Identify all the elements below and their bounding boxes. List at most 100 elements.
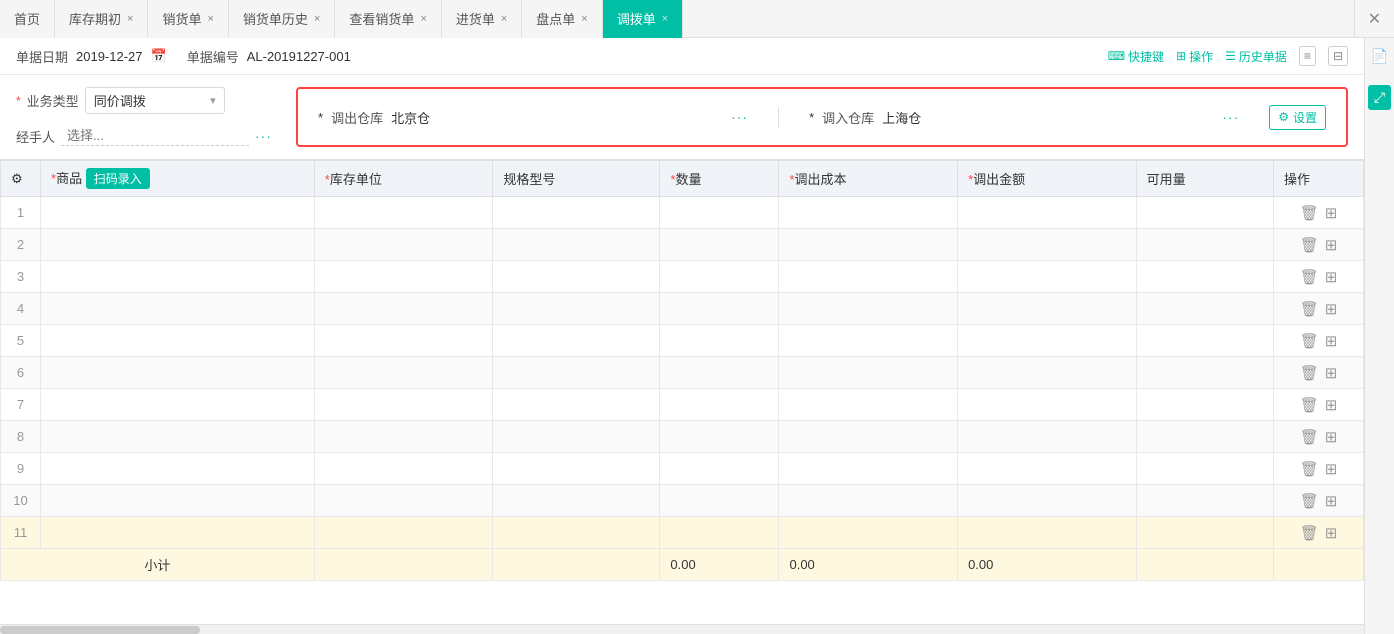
tab-transfer-order[interactable]: 调拨单×: [603, 0, 683, 38]
cell-available-5[interactable]: [1136, 325, 1273, 357]
warehouse-in-more-button[interactable]: ···: [1222, 109, 1239, 125]
calendar-icon[interactable]: 📅: [151, 48, 167, 64]
delete-icon-9[interactable]: 🗑: [1300, 460, 1319, 478]
cell-available-1[interactable]: [1136, 197, 1273, 229]
copy-icon-7[interactable]: ⊞: [1325, 396, 1338, 414]
cell-qty-5[interactable]: [660, 325, 779, 357]
cell-qty-8[interactable]: [660, 421, 779, 453]
layout-toggle-1[interactable]: ≡: [1299, 46, 1316, 66]
cell-cost-7[interactable]: [779, 389, 958, 421]
cell-product-6[interactable]: [41, 357, 315, 389]
tab-close-inventory-open[interactable]: ×: [127, 13, 133, 25]
tab-view-sales[interactable]: 查看销货单×: [335, 0, 441, 38]
cell-available-2[interactable]: [1136, 229, 1273, 261]
delete-icon-1[interactable]: 🗑: [1300, 204, 1319, 222]
delete-icon-7[interactable]: 🗑: [1300, 396, 1319, 414]
cell-qty-1[interactable]: [660, 197, 779, 229]
cell-unit-9[interactable]: [314, 453, 493, 485]
cell-product-9[interactable]: [41, 453, 315, 485]
cell-spec-2[interactable]: [493, 229, 660, 261]
cell-product-1[interactable]: [41, 197, 315, 229]
sidebar-doc-icon[interactable]: 📄: [1371, 48, 1388, 65]
cell-spec-3[interactable]: [493, 261, 660, 293]
cell-amount-4[interactable]: [958, 293, 1137, 325]
tab-purchase-order[interactable]: 进货单×: [442, 0, 522, 38]
business-type-select[interactable]: 同价调拨 ▾: [85, 87, 225, 114]
cell-cost-9[interactable]: [779, 453, 958, 485]
cell-cost-1[interactable]: [779, 197, 958, 229]
delete-icon-10[interactable]: 🗑: [1300, 492, 1319, 510]
cell-available-10[interactable]: [1136, 485, 1273, 517]
cell-product-8[interactable]: [41, 421, 315, 453]
delete-icon-3[interactable]: 🗑: [1300, 268, 1319, 286]
cell-amount-9[interactable]: [958, 453, 1137, 485]
cell-available-4[interactable]: [1136, 293, 1273, 325]
copy-icon-5[interactable]: ⊞: [1325, 332, 1338, 350]
copy-icon-8[interactable]: ⊞: [1325, 428, 1338, 446]
cell-available-6[interactable]: [1136, 357, 1273, 389]
handler-input[interactable]: [61, 126, 249, 146]
delete-icon-2[interactable]: 🗑: [1300, 236, 1319, 254]
handler-more-button[interactable]: ···: [255, 128, 272, 144]
delete-icon-6[interactable]: 🗑: [1300, 364, 1319, 382]
cell-spec-6[interactable]: [493, 357, 660, 389]
history-button[interactable]: ☰ 历史单据: [1225, 48, 1287, 65]
tab-sales-history[interactable]: 销货单历史×: [229, 0, 335, 38]
cell-amount-10[interactable]: [958, 485, 1137, 517]
sidebar-expand-icon[interactable]: ⤢: [1368, 85, 1391, 110]
cell-unit-1[interactable]: [314, 197, 493, 229]
cell-available-9[interactable]: [1136, 453, 1273, 485]
cell-amount-7[interactable]: [958, 389, 1137, 421]
cell-unit-6[interactable]: [314, 357, 493, 389]
tab-sales-order[interactable]: 销货单×: [148, 0, 228, 38]
copy-icon-11[interactable]: ⊞: [1325, 524, 1338, 542]
tab-close-sales-history[interactable]: ×: [314, 13, 320, 25]
cell-unit-5[interactable]: [314, 325, 493, 357]
copy-icon-4[interactable]: ⊞: [1325, 300, 1338, 318]
scan-button[interactable]: 扫码录入: [86, 168, 150, 189]
cell-qty-6[interactable]: [660, 357, 779, 389]
cell-qty-2[interactable]: [660, 229, 779, 261]
settings-button[interactable]: ⚙ 设置: [1269, 105, 1326, 130]
cell-spec-8[interactable]: [493, 421, 660, 453]
cell-spec-9[interactable]: [493, 453, 660, 485]
operation-button[interactable]: ⊞ 操作: [1176, 48, 1213, 65]
horizontal-scrollbar[interactable]: [0, 624, 1364, 634]
tab-close-view-sales[interactable]: ×: [420, 13, 426, 25]
cell-amount-2[interactable]: [958, 229, 1137, 261]
tab-close-sales-order[interactable]: ×: [207, 13, 213, 25]
tab-inventory-open[interactable]: 库存期初×: [55, 0, 148, 38]
cell-qty-7[interactable]: [660, 389, 779, 421]
cell-unit-10[interactable]: [314, 485, 493, 517]
cell-unit-7[interactable]: [314, 389, 493, 421]
cell-available-3[interactable]: [1136, 261, 1273, 293]
cell-amount-8[interactable]: [958, 421, 1137, 453]
cell-qty-10[interactable]: [660, 485, 779, 517]
copy-icon-9[interactable]: ⊞: [1325, 460, 1338, 478]
cell-available-8[interactable]: [1136, 421, 1273, 453]
cell-cost-3[interactable]: [779, 261, 958, 293]
cell-qty-9[interactable]: [660, 453, 779, 485]
cell-unit-4[interactable]: [314, 293, 493, 325]
shortcut-button[interactable]: ⌨ 快捷键: [1108, 48, 1164, 65]
tab-close-purchase-order[interactable]: ×: [501, 13, 507, 25]
copy-icon-1[interactable]: ⊞: [1325, 204, 1338, 222]
copy-icon-10[interactable]: ⊞: [1325, 492, 1338, 510]
tab-close-transfer-order[interactable]: ×: [662, 13, 668, 25]
cell-cost-4[interactable]: [779, 293, 958, 325]
window-close-button[interactable]: ✕: [1354, 0, 1394, 38]
cell-amount-5[interactable]: [958, 325, 1137, 357]
cell-spec-4[interactable]: [493, 293, 660, 325]
copy-icon-3[interactable]: ⊞: [1325, 268, 1338, 286]
cell-spec-1[interactable]: [493, 197, 660, 229]
cell-spec-7[interactable]: [493, 389, 660, 421]
cell-cost-5[interactable]: [779, 325, 958, 357]
cell-qty-4[interactable]: [660, 293, 779, 325]
tab-inventory-check[interactable]: 盘点单×: [522, 0, 602, 38]
tab-close-inventory-check[interactable]: ×: [581, 13, 587, 25]
cell-unit-3[interactable]: [314, 261, 493, 293]
cell-amount-1[interactable]: [958, 197, 1137, 229]
tab-home[interactable]: 首页: [0, 0, 55, 38]
copy-icon-2[interactable]: ⊞: [1325, 236, 1338, 254]
cell-product-5[interactable]: [41, 325, 315, 357]
